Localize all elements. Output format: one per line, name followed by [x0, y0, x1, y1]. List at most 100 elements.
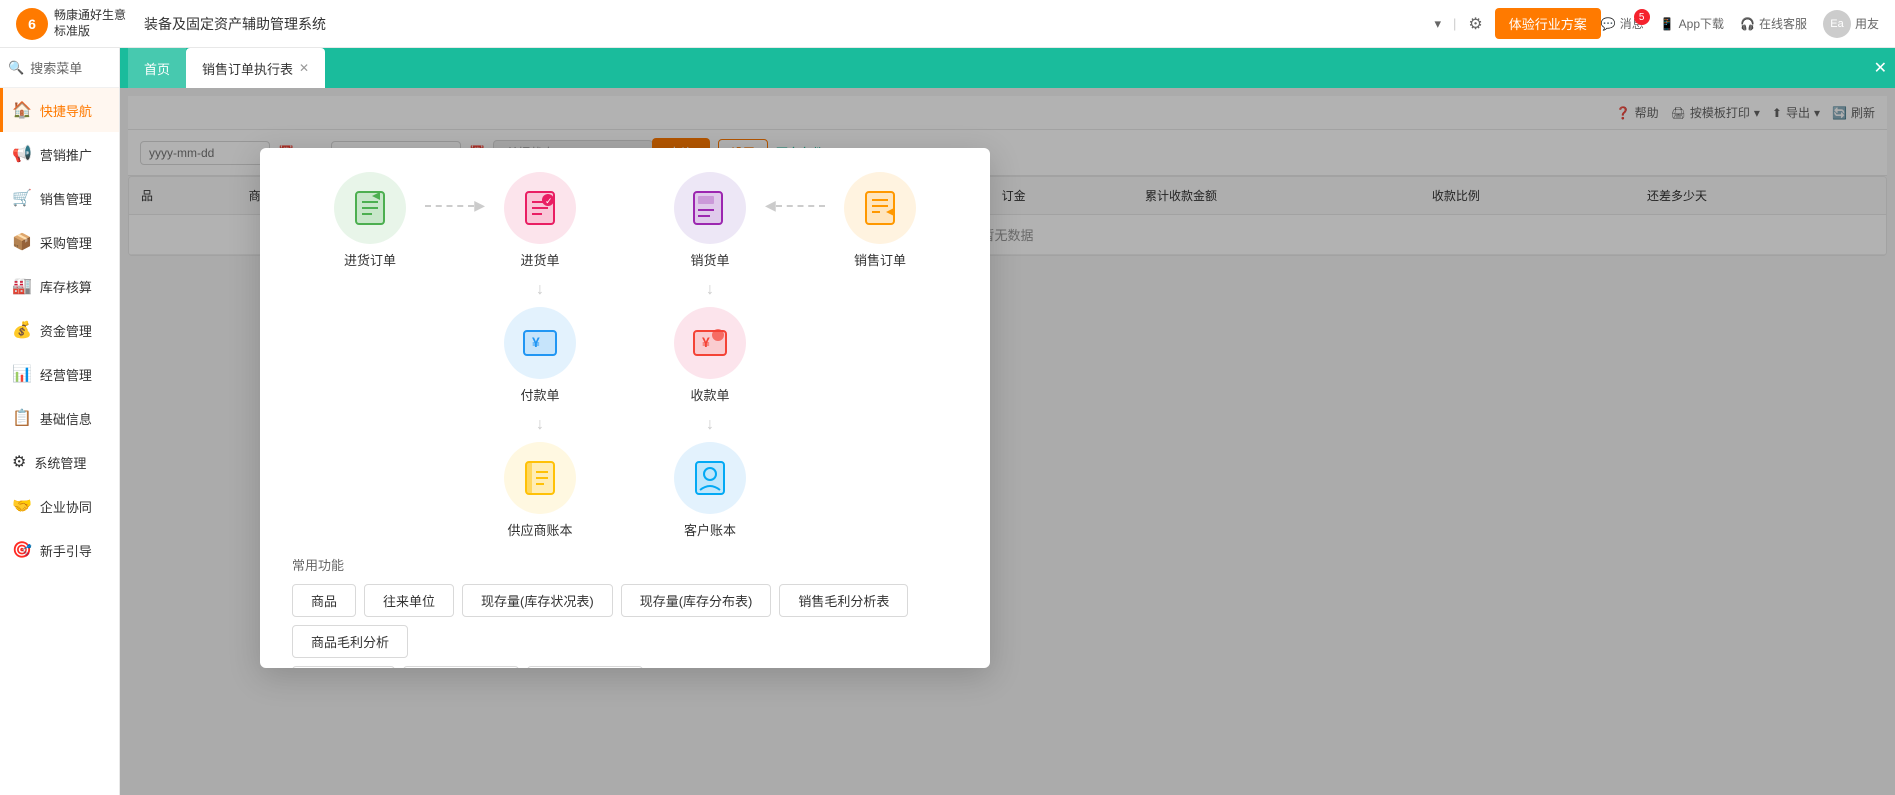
- func-btn-product-profit[interactable]: 商品毛利分析: [292, 625, 408, 658]
- func-btn-stock-status[interactable]: 现存量(库存状况表): [462, 584, 613, 617]
- tab-home[interactable]: 首页: [128, 48, 186, 88]
- logo-area: 6 畅康通好生意 标准版: [16, 8, 136, 40]
- active-bar: [0, 88, 3, 132]
- sidebar-item-enterprise[interactable]: 🤝 企业协同: [0, 484, 119, 528]
- logo-text: 畅康通好生意 标准版: [54, 8, 126, 39]
- func-btn-product[interactable]: 商品: [292, 584, 356, 617]
- sidebar-item-newbie[interactable]: 🎯 新手引导: [0, 528, 119, 572]
- sales-icon: 🛒: [12, 188, 32, 208]
- marketing-icon: 📢: [12, 144, 32, 164]
- logo-icon: 6: [16, 8, 48, 40]
- node-supplier-ledger[interactable]: 供应商账本: [485, 442, 595, 539]
- func-buttons-row2: 销售排行榜 收款情况统计 付款情况统计: [292, 666, 958, 668]
- customer-ledger-label: 客户账本: [684, 520, 736, 539]
- message-icon: 💬: [1601, 17, 1616, 31]
- func-btn-sales-profit[interactable]: 销售毛利分析表: [779, 584, 908, 617]
- operations-icon: 📊: [12, 364, 32, 384]
- sales-order-label: 销售订单: [854, 250, 906, 269]
- svg-text:¥: ¥: [532, 334, 540, 350]
- sidebar-item-system[interactable]: ⚙ 系统管理: [0, 440, 119, 484]
- service-icon: 🎧: [1740, 17, 1755, 31]
- sidebar-item-purchase[interactable]: 📦 采购管理: [0, 220, 119, 264]
- arrow-right-1: ▶: [425, 197, 485, 244]
- flow-row-3: 供应商账本 客户账本: [292, 442, 958, 539]
- sales-bill-label: 销货单: [690, 250, 729, 269]
- sidebar: 🔍 搜索菜单 🏠 快捷导航 📢 营销推广 🛒 销售管理 📦 采购管理 🏭 库存核…: [0, 48, 120, 795]
- base-info-icon: 📋: [12, 408, 32, 428]
- purchase-bill-circle: ✓: [504, 172, 576, 244]
- top-header: 6 畅康通好生意 标准版 装备及固定资产辅助管理系统 ▾ | ⚙ 体验行业方案 …: [0, 0, 1895, 48]
- main-content: 首页 销售订单执行表 ✕ ✕ ❓ 帮助 🖨 按模板打印 ▾: [120, 48, 1895, 795]
- arrow-down-sales-bill: ↓: [706, 281, 714, 299]
- online-service-btn[interactable]: 🎧 在线客服: [1740, 15, 1807, 32]
- node-receipt-bill[interactable]: ¥ 收款单: [655, 307, 765, 404]
- node-sales-order[interactable]: 销售订单: [825, 172, 935, 269]
- func-btn-contacts[interactable]: 往来单位: [364, 584, 454, 617]
- tab-bar-close-btn[interactable]: ✕: [1874, 58, 1887, 78]
- sidebar-item-base-info[interactable]: 📋 基础信息: [0, 396, 119, 440]
- payment-bill-label: 付款单: [520, 385, 559, 404]
- func-btn-stock-dist[interactable]: 现存量(库存分布表): [621, 584, 772, 617]
- user-menu[interactable]: Ea 用友: [1823, 10, 1879, 38]
- purchase-order-label: 进货订单: [344, 250, 396, 269]
- modal: 进货订单 ▶ ✓ 进货单: [260, 148, 990, 668]
- customer-ledger-circle: [674, 442, 746, 514]
- sidebar-item-quick-nav[interactable]: 🏠 快捷导航: [0, 88, 119, 132]
- tab-close-btn[interactable]: ✕: [299, 61, 309, 75]
- download-icon: 📱: [1660, 17, 1675, 31]
- supplier-ledger-circle: [504, 442, 576, 514]
- flow-row-2: ¥ 付款单 ¥ 收款单: [292, 307, 958, 404]
- app-download-btn[interactable]: 📱 App下载: [1660, 15, 1724, 32]
- func-section: 常用功能 商品 往来单位 现存量(库存状况表) 现存量(库存分布表) 销售毛利分…: [292, 555, 958, 668]
- enterprise-icon: 🤝: [12, 496, 32, 516]
- node-payment-bill[interactable]: ¥ 付款单: [485, 307, 595, 404]
- avatar: Ea: [1823, 10, 1851, 38]
- tab-sales-order-exec[interactable]: 销售订单执行表 ✕: [186, 48, 325, 88]
- node-sales-bill[interactable]: 销货单: [655, 172, 765, 269]
- svg-text:¥: ¥: [702, 334, 710, 350]
- node-customer-ledger[interactable]: 客户账本: [655, 442, 765, 539]
- sidebar-item-sales[interactable]: 🛒 销售管理: [0, 176, 119, 220]
- inventory-icon: 🏭: [12, 276, 32, 296]
- search-menu[interactable]: 🔍 搜索菜单: [0, 48, 119, 88]
- arrow-down-receipt: ↓: [706, 416, 714, 434]
- app-title: 装备及固定资产辅助管理系统: [144, 14, 1434, 34]
- tab-bar: 首页 销售订单执行表 ✕ ✕: [120, 48, 1895, 88]
- receipt-bill-label: 收款单: [690, 385, 729, 404]
- purchase-bill-label: 进货单: [520, 250, 559, 269]
- page-area: ❓ 帮助 🖨 按模板打印 ▾ ⬆ 导出 ▾ 🔄 刷新: [120, 88, 1895, 795]
- func-btn-payment-stat[interactable]: 付款情况统计: [527, 666, 643, 668]
- supplier-ledger-label: 供应商账本: [507, 520, 572, 539]
- flow-row-1: 进货订单 ▶ ✓ 进货单: [292, 172, 958, 269]
- arrow-down-payment: ↓: [536, 416, 544, 434]
- try-btn[interactable]: 体验行业方案: [1495, 8, 1601, 39]
- node-purchase-order[interactable]: 进货订单: [315, 172, 425, 269]
- payment-bill-circle: ¥: [504, 307, 576, 379]
- system-dropdown[interactable]: ▾: [1434, 16, 1441, 32]
- purchase-icon: 📦: [12, 232, 32, 252]
- node-purchase-bill[interactable]: ✓ 进货单: [485, 172, 595, 269]
- sidebar-item-operations[interactable]: 📊 经营管理: [0, 352, 119, 396]
- sales-order-circle: [844, 172, 916, 244]
- settings-icon[interactable]: ⚙: [1468, 14, 1482, 34]
- arrow-left-1: ◀: [765, 197, 825, 244]
- home-icon: 🏠: [12, 100, 32, 120]
- arrow-down-purchase: ↓: [536, 281, 544, 299]
- svg-text:✓: ✓: [545, 196, 553, 206]
- search-icon: 🔍: [8, 60, 24, 76]
- modal-overlay: 进货订单 ▶ ✓ 进货单: [120, 88, 1895, 795]
- func-btn-sales-rank[interactable]: 销售排行榜: [292, 666, 395, 668]
- newbie-icon: 🎯: [12, 540, 32, 560]
- sidebar-item-marketing[interactable]: 📢 营销推广: [0, 132, 119, 176]
- func-btn-receipt-stat[interactable]: 收款情况统计: [403, 666, 519, 668]
- func-title: 常用功能: [292, 555, 958, 574]
- sidebar-item-finance[interactable]: 💰 资金管理: [0, 308, 119, 352]
- flow-row-arrows: ↓ ↓: [292, 277, 958, 303]
- sidebar-item-inventory[interactable]: 🏭 库存核算: [0, 264, 119, 308]
- layout: 🔍 搜索菜单 🏠 快捷导航 📢 营销推广 🛒 销售管理 📦 采购管理 🏭 库存核…: [0, 48, 1895, 795]
- message-badge: 5: [1634, 9, 1650, 25]
- header-actions: 💬 消息 5 📱 App下载 🎧 在线客服 Ea 用友: [1601, 10, 1879, 38]
- flow-row-arrows-2: ↓ ↓: [292, 412, 958, 438]
- receipt-bill-circle: ¥: [674, 307, 746, 379]
- message-btn[interactable]: 💬 消息 5: [1601, 15, 1644, 32]
